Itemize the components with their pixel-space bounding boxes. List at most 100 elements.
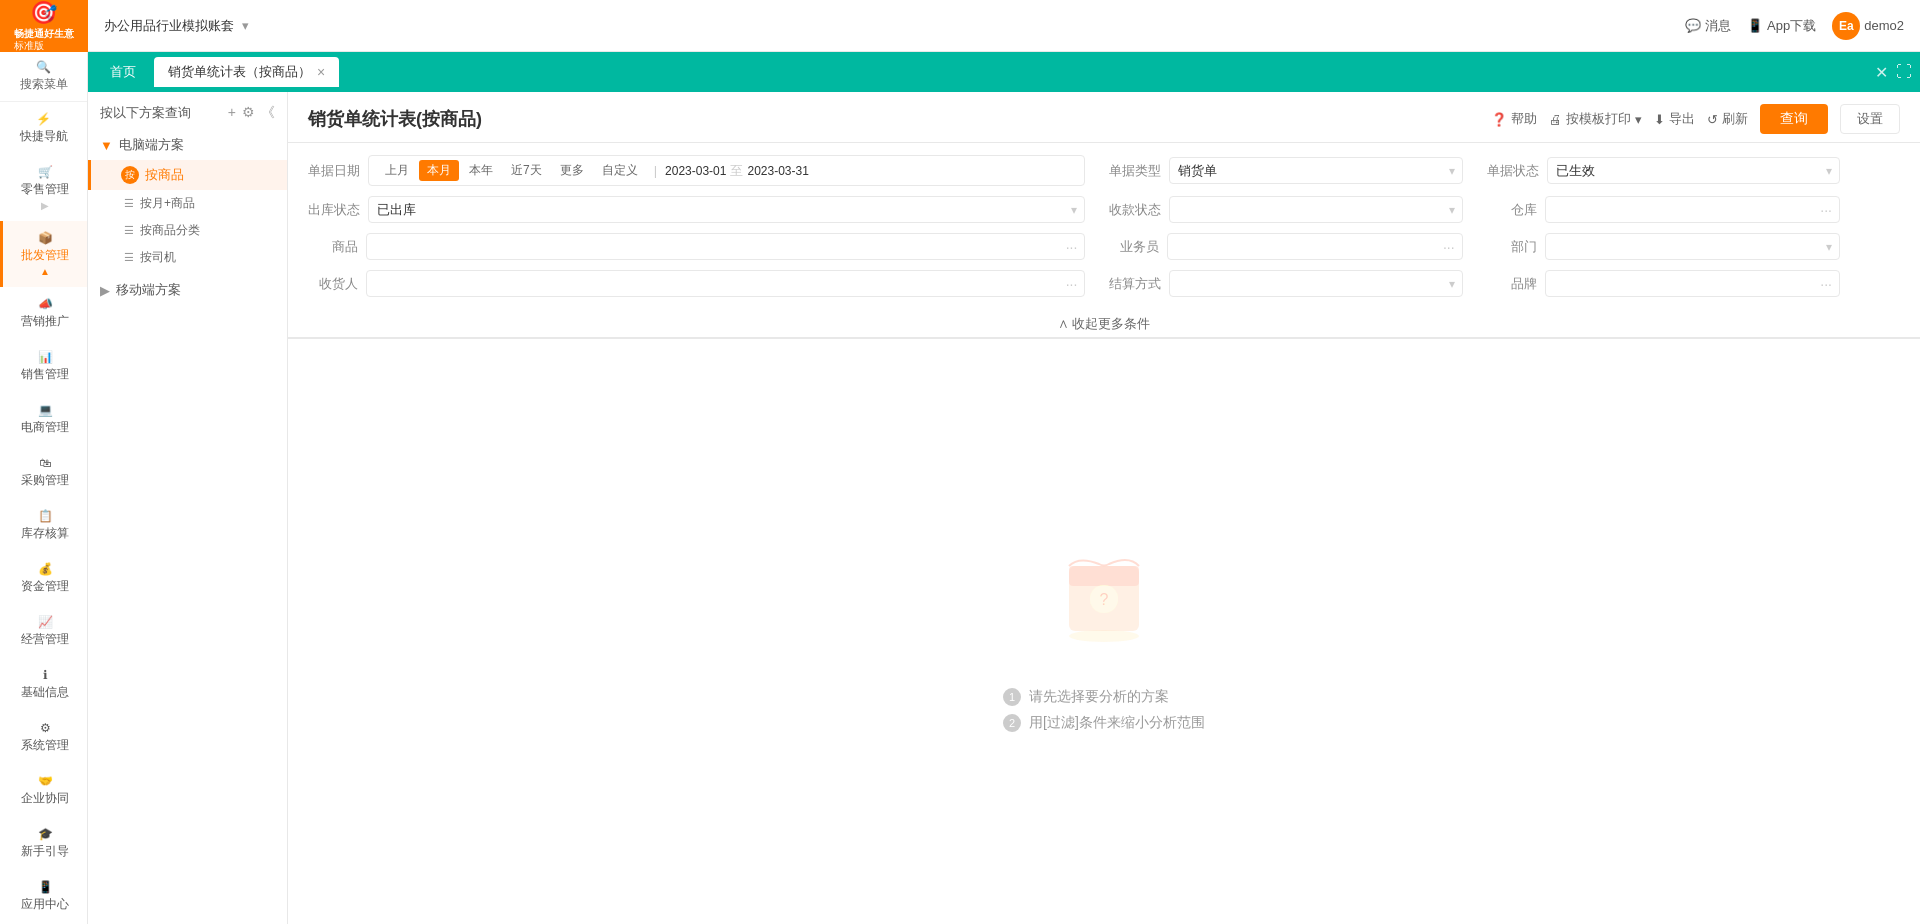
tab-sales-stat[interactable]: 销货单统计表（按商品） ×	[154, 57, 339, 87]
sidebar-item-marketing[interactable]: 📣 营销推广	[0, 287, 87, 340]
settings-button[interactable]: 设置	[1840, 104, 1900, 134]
svg-point-0	[1069, 630, 1139, 642]
payment-status-select[interactable]	[1169, 196, 1462, 223]
print-button[interactable]: 🖨 按模板打印 ▾	[1549, 110, 1642, 128]
sidebar-item-guide[interactable]: 🎓 新手引导	[0, 817, 87, 870]
scheme-item-by-product[interactable]: 按 按商品	[88, 160, 287, 190]
date-tab-this-month[interactable]: 本月	[419, 160, 459, 181]
sidebar-item-inventory[interactable]: 📋 库存核算	[0, 499, 87, 552]
maximize-tab-action[interactable]: ⛶	[1896, 63, 1912, 82]
department-select[interactable]	[1545, 233, 1840, 260]
sidebar-item-label: 采购管理	[21, 472, 69, 489]
sidebar-item-finance[interactable]: 💰 资金管理	[0, 552, 87, 605]
collapse-button[interactable]: ∧ 收起更多条件	[1058, 315, 1151, 333]
scheme-section-label-mobile: 移动端方案	[116, 281, 181, 299]
scheme-item-label: 按商品	[145, 166, 184, 184]
brand-input[interactable]	[1545, 270, 1840, 297]
sidebar-item-label: 批发管理	[21, 247, 69, 264]
page-actions: ❓ 帮助 🖨 按模板打印 ▾ ⬇ 导出 ↺ 刷新	[1491, 104, 1900, 134]
payment-method-select[interactable]	[1169, 270, 1462, 297]
main-area: 办公用品行业模拟账套 ▾ 💬 消息 📱 App下载 Ea demo2 首页 销货…	[88, 0, 1920, 924]
sidebar-item-label: 电商管理	[21, 419, 69, 436]
product-input[interactable]	[366, 233, 1085, 260]
scheme-section-header-pc[interactable]: ▼ 电脑端方案	[88, 130, 287, 160]
message-icon: 💬	[1685, 18, 1701, 33]
search-icon: 🔍	[36, 60, 51, 74]
help-button[interactable]: ❓ 帮助	[1491, 110, 1537, 128]
date-tab-this-year[interactable]: 本年	[461, 160, 501, 181]
sidebar-item-management[interactable]: 📈 经营管理	[0, 605, 87, 658]
filter-item-payment-method: 结算方式 ▾	[1109, 270, 1462, 297]
salesperson-input[interactable]	[1167, 233, 1462, 260]
sidebar-item-label: 搜索菜单	[20, 76, 68, 93]
scheme-sub-item-driver[interactable]: ☰ 按司机	[88, 244, 287, 271]
date-tab-7days[interactable]: 近7天	[503, 160, 550, 181]
close-tab-action[interactable]: ✕	[1875, 63, 1888, 82]
sidebar-item-app-center[interactable]: 📱 应用中心	[0, 870, 87, 923]
sidebar-item-search[interactable]: 🔍 搜索菜单	[0, 52, 87, 102]
wholesale-icon: 📦	[38, 231, 53, 245]
payment-status-label: 收款状态	[1109, 201, 1161, 219]
date-tab-more[interactable]: 更多	[552, 160, 592, 181]
brand-control: ···	[1545, 270, 1840, 297]
scheme-panel-title: 按以下方案查询	[100, 104, 191, 122]
user-profile[interactable]: Ea demo2	[1832, 12, 1904, 40]
app-center-icon: 📱	[38, 880, 53, 894]
date-tab-custom[interactable]: 自定义	[594, 160, 646, 181]
sidebar-item-collab[interactable]: 🤝 企业协同	[0, 764, 87, 817]
recipient-input[interactable]	[366, 270, 1085, 297]
sidebar-item-basic-info[interactable]: ℹ 基础信息	[0, 658, 87, 711]
sidebar-item-retail[interactable]: 🛒 零售管理 ▶	[0, 155, 87, 221]
query-button[interactable]: 查询	[1760, 104, 1828, 134]
date-from: 2023-03-01	[665, 164, 726, 178]
filter-item-outbound: 出库状态 已出库 ▾	[308, 196, 1085, 223]
filter-item-doc-type: 单据类型 销货单 ▾	[1109, 157, 1462, 184]
sales-stat-tab-label: 销货单统计表（按商品）	[168, 63, 311, 81]
scheme-section-pc: ▼ 电脑端方案 按 按商品 ☰ 按月+商品 ☰ 按商品分类	[88, 130, 287, 271]
scheme-sub-item-month-product[interactable]: ☰ 按月+商品	[88, 190, 287, 217]
sidebar-item-sales[interactable]: 📊 销售管理	[0, 340, 87, 393]
outbound-select[interactable]: 已出库	[368, 196, 1085, 223]
filter-item-brand: 品牌 ···	[1487, 270, 1840, 297]
collapse-scheme-button[interactable]: 《	[261, 104, 275, 122]
tab-home[interactable]: 首页	[96, 57, 150, 87]
empty-hints: 1 请先选择要分析的方案 2 用[过滤]条件来缩小分析范围	[1003, 688, 1205, 732]
refresh-button[interactable]: ↺ 刷新	[1707, 110, 1748, 128]
sidebar-item-ecommerce[interactable]: 💻 电商管理	[0, 393, 87, 446]
filter-row-1: 单据日期 上月 本月 本年 近7天 更多 自定义	[308, 155, 1840, 186]
date-tab-last-month[interactable]: 上月	[377, 160, 417, 181]
settings-scheme-button[interactable]: ⚙	[242, 104, 255, 122]
date-range: 上月 本月 本年 近7天 更多 自定义 | 2023-03-01	[368, 155, 1085, 186]
scheme-section-mobile: ▶ 移动端方案	[88, 275, 287, 305]
messages-button[interactable]: 💬 消息	[1685, 17, 1731, 35]
breadcrumb-dropdown[interactable]: ▾	[242, 18, 249, 33]
topbar: 办公用品行业模拟账套 ▾ 💬 消息 📱 App下载 Ea demo2	[88, 0, 1920, 52]
empty-illustration: ?	[1044, 531, 1164, 672]
sidebar-item-wholesale[interactable]: 📦 批发管理 ▲	[0, 221, 87, 287]
print-label: 按模板打印	[1566, 110, 1631, 128]
product-label: 商品	[308, 238, 358, 256]
scheme-section-header-mobile[interactable]: ▶ 移动端方案	[88, 275, 287, 305]
doc-status-select[interactable]: 已生效	[1547, 157, 1840, 184]
sidebar: 🎯 畅捷通好生意标准版 🔍 搜索菜单 ⚡ 快捷导航 🛒 零售管理 ▶ 📦 批发管…	[0, 0, 88, 924]
filter-item-date: 单据日期 上月 本月 本年 近7天 更多 自定义	[308, 155, 1085, 186]
add-scheme-button[interactable]: +	[228, 104, 236, 122]
sidebar-item-system[interactable]: ⚙ 系统管理	[0, 711, 87, 764]
logo-text: 畅捷通好生意标准版	[14, 28, 74, 52]
payment-method-label: 结算方式	[1109, 275, 1161, 293]
doc-type-select[interactable]: 销货单	[1169, 157, 1462, 184]
warehouse-input[interactable]	[1545, 196, 1840, 223]
logo-icon: 🎯	[30, 0, 57, 26]
tab-close-button[interactable]: ×	[317, 64, 325, 80]
date-to: 2023-03-31	[747, 164, 808, 178]
breadcrumb: 办公用品行业模拟账套	[104, 17, 234, 35]
export-button[interactable]: ⬇ 导出	[1654, 110, 1695, 128]
scheme-sub-item-category[interactable]: ☰ 按商品分类	[88, 217, 287, 244]
filter-item-recipient: 收货人 ···	[308, 270, 1085, 297]
sidebar-item-quick-nav[interactable]: ⚡ 快捷导航	[0, 102, 87, 155]
scheme-sub-icon: ☰	[124, 197, 134, 210]
date-control: 上月 本月 本年 近7天 更多 自定义 | 2023-03-01	[368, 155, 1085, 186]
hint-num-2: 2	[1003, 714, 1021, 732]
sidebar-item-purchase[interactable]: 🛍 采购管理	[0, 446, 87, 499]
app-download-button[interactable]: 📱 App下载	[1747, 17, 1816, 35]
